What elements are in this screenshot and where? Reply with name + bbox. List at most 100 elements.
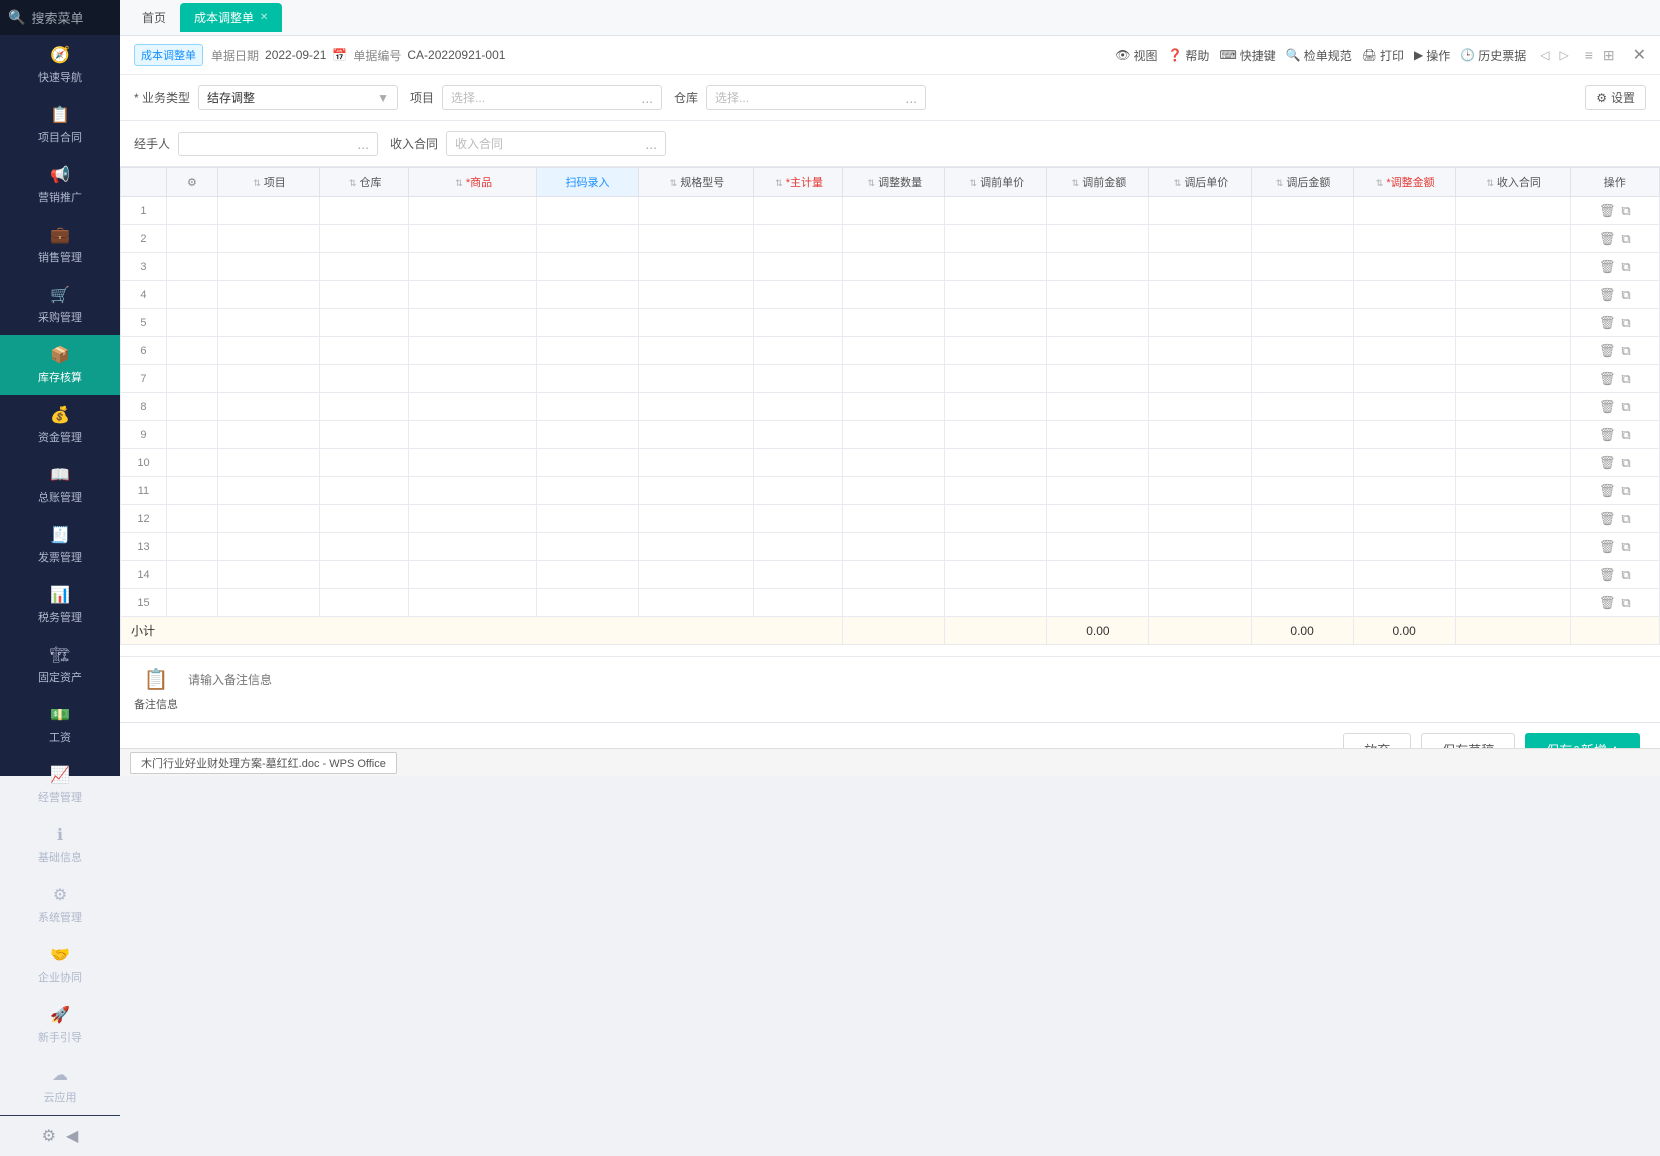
row-after-price-cell[interactable]	[1149, 253, 1251, 281]
row-scan-cell[interactable]	[536, 309, 638, 337]
sidebar-item-biz-mgmt[interactable]: 📈 经营管理	[0, 755, 120, 815]
row-product-cell[interactable]	[409, 337, 537, 365]
delete-row-icon[interactable]: 🗑	[1599, 511, 1616, 527]
row-project-cell[interactable]	[217, 449, 319, 477]
table-row[interactable]: 8 🗑 ⧉	[121, 393, 1660, 421]
row-adjust-cell[interactable]	[1353, 533, 1455, 561]
delete-row-icon[interactable]: 🗑	[1599, 231, 1616, 247]
row-product-cell[interactable]	[409, 533, 537, 561]
row-project-cell[interactable]	[217, 337, 319, 365]
row-after-price-cell[interactable]	[1149, 281, 1251, 309]
sidebar-item-inventory[interactable]: 📦 库存核算	[0, 335, 120, 395]
row-after-amount-cell[interactable]	[1251, 281, 1353, 309]
row-unit-cell[interactable]	[753, 281, 842, 309]
row-before-price-cell[interactable]	[945, 309, 1047, 337]
delete-row-icon[interactable]: 🗑	[1599, 343, 1616, 359]
row-unit-cell[interactable]	[753, 589, 842, 617]
project-field[interactable]: 选择... ...	[442, 85, 662, 110]
row-before-amount-cell[interactable]	[1047, 225, 1149, 253]
row-before-amount-cell[interactable]	[1047, 561, 1149, 589]
row-warehouse-cell[interactable]	[320, 309, 409, 337]
row-spec-cell[interactable]	[639, 589, 754, 617]
row-spec-cell[interactable]	[639, 337, 754, 365]
row-qty-cell[interactable]	[843, 337, 945, 365]
row-before-amount-cell[interactable]	[1047, 393, 1149, 421]
row-after-price-cell[interactable]	[1149, 477, 1251, 505]
row-unit-cell[interactable]	[753, 365, 842, 393]
table-row[interactable]: 1 🗑 ⧉	[121, 197, 1660, 225]
operate-btn[interactable]: ▶ 操作	[1414, 47, 1450, 64]
delete-row-icon[interactable]: 🗑	[1599, 287, 1616, 303]
nav-prev-icon[interactable]: ◁	[1540, 48, 1549, 62]
table-row[interactable]: 12 🗑 ⧉	[121, 505, 1660, 533]
row-scan-cell[interactable]	[536, 393, 638, 421]
close-btn[interactable]: ✕	[1633, 45, 1646, 65]
row-product-cell[interactable]	[409, 253, 537, 281]
sidebar-item-basic-info[interactable]: ℹ 基础信息	[0, 815, 120, 875]
review-btn[interactable]: 🔍 检单规范	[1286, 47, 1352, 64]
income-contract-field[interactable]: 收入合同 ...	[446, 131, 666, 156]
row-after-price-cell[interactable]	[1149, 337, 1251, 365]
row-after-amount-cell[interactable]	[1251, 393, 1353, 421]
row-before-price-cell[interactable]	[945, 421, 1047, 449]
row-project-cell[interactable]	[217, 505, 319, 533]
row-income-contract-cell[interactable]	[1455, 477, 1570, 505]
delete-row-icon[interactable]: 🗑	[1599, 259, 1616, 275]
row-unit-cell[interactable]	[753, 449, 842, 477]
row-after-price-cell[interactable]	[1149, 393, 1251, 421]
row-project-cell[interactable]	[217, 365, 319, 393]
row-after-price-cell[interactable]	[1149, 505, 1251, 533]
row-scan-cell[interactable]	[536, 477, 638, 505]
row-income-contract-cell[interactable]	[1455, 225, 1570, 253]
row-warehouse-cell[interactable]	[320, 281, 409, 309]
row-warehouse-cell[interactable]	[320, 561, 409, 589]
table-row[interactable]: 14 🗑 ⧉	[121, 561, 1660, 589]
row-adjust-cell[interactable]	[1353, 477, 1455, 505]
row-after-price-cell[interactable]	[1149, 197, 1251, 225]
copy-row-icon[interactable]: ⧉	[1621, 399, 1630, 415]
sidebar-item-capital-mgmt[interactable]: 💰 资金管理	[0, 395, 120, 455]
row-unit-cell[interactable]	[753, 197, 842, 225]
row-before-amount-cell[interactable]	[1047, 421, 1149, 449]
copy-row-icon[interactable]: ⧉	[1621, 287, 1630, 303]
row-after-amount-cell[interactable]	[1251, 589, 1353, 617]
row-after-amount-cell[interactable]	[1251, 449, 1353, 477]
sidebar-item-purchase-mgmt[interactable]: 🛒 采购管理	[0, 275, 120, 335]
copy-row-icon[interactable]: ⧉	[1621, 539, 1630, 555]
row-warehouse-cell[interactable]	[320, 393, 409, 421]
row-adjust-cell[interactable]	[1353, 309, 1455, 337]
row-before-amount-cell[interactable]	[1047, 309, 1149, 337]
delete-row-icon[interactable]: 🗑	[1599, 567, 1616, 583]
row-qty-cell[interactable]	[843, 253, 945, 281]
copy-row-icon[interactable]: ⧉	[1621, 315, 1630, 331]
row-qty-cell[interactable]	[843, 365, 945, 393]
row-scan-cell[interactable]	[536, 337, 638, 365]
delete-row-icon[interactable]: 🗑	[1599, 315, 1616, 331]
copy-row-icon[interactable]: ⧉	[1621, 455, 1630, 471]
row-unit-cell[interactable]	[753, 505, 842, 533]
row-before-amount-cell[interactable]	[1047, 253, 1149, 281]
row-after-amount-cell[interactable]	[1251, 477, 1353, 505]
row-after-price-cell[interactable]	[1149, 561, 1251, 589]
row-unit-cell[interactable]	[753, 393, 842, 421]
row-scan-cell[interactable]	[536, 589, 638, 617]
copy-row-icon[interactable]: ⧉	[1621, 231, 1630, 247]
row-after-price-cell[interactable]	[1149, 365, 1251, 393]
row-adjust-cell[interactable]	[1353, 421, 1455, 449]
delete-row-icon[interactable]: 🗑	[1599, 455, 1616, 471]
warehouse-dots-icon[interactable]: ...	[905, 90, 917, 106]
row-income-contract-cell[interactable]	[1455, 337, 1570, 365]
row-before-amount-cell[interactable]	[1047, 589, 1149, 617]
row-scan-cell[interactable]	[536, 533, 638, 561]
col-header-gear[interactable]: ⚙	[166, 168, 217, 197]
row-project-cell[interactable]	[217, 309, 319, 337]
tab-home[interactable]: 首页	[128, 3, 180, 32]
row-after-price-cell[interactable]	[1149, 421, 1251, 449]
row-product-cell[interactable]	[409, 449, 537, 477]
row-scan-cell[interactable]	[536, 365, 638, 393]
row-project-cell[interactable]	[217, 281, 319, 309]
row-unit-cell[interactable]	[753, 561, 842, 589]
copy-row-icon[interactable]: ⧉	[1621, 595, 1630, 611]
row-unit-cell[interactable]	[753, 533, 842, 561]
row-before-price-cell[interactable]	[945, 253, 1047, 281]
